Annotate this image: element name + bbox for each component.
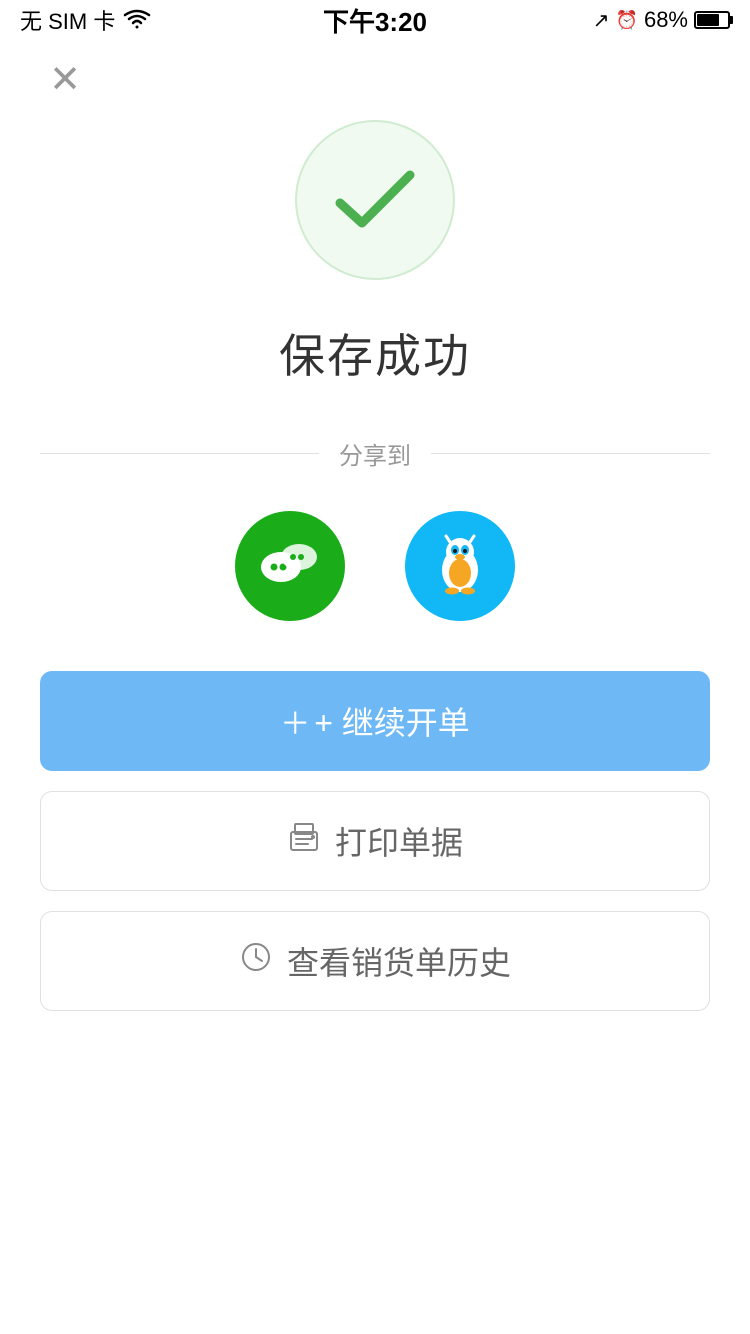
wifi-icon (123, 9, 151, 31)
share-divider: 分享到 (40, 436, 710, 471)
carrier-text: 无 SIM 卡 (20, 4, 115, 36)
location-icon: ↗ (593, 8, 610, 33)
close-button[interactable]: ✕ (40, 55, 90, 105)
close-icon: ✕ (49, 61, 81, 99)
share-icons (40, 511, 710, 621)
share-section: 分享到 (0, 436, 750, 621)
history-icon (239, 940, 273, 982)
status-bar: 无 SIM 卡 下午3:20 ↗ ⏰ 68% (0, 0, 750, 40)
continue-button[interactable]: ＋ + 继续开单 (40, 671, 710, 771)
share-label: 分享到 (339, 436, 411, 471)
wechat-share-button[interactable] (235, 511, 345, 621)
success-title: 保存成功 (279, 320, 471, 386)
history-button[interactable]: 查看销货单历史 (40, 911, 710, 1011)
divider-right (431, 453, 710, 454)
battery-percent: 68% (644, 7, 688, 33)
continue-label: + 继续开单 (314, 698, 470, 744)
print-icon (287, 822, 321, 860)
qq-share-button[interactable] (405, 511, 515, 621)
print-label: 打印单据 (335, 818, 463, 864)
checkmark-icon (330, 165, 420, 235)
status-time: 下午3:20 (323, 2, 427, 39)
qq-icon (428, 534, 493, 599)
battery-icon (694, 11, 730, 29)
divider-left (40, 453, 319, 454)
status-indicators: ↗ ⏰ 68% (593, 7, 730, 33)
alarm-icon: ⏰ (616, 10, 638, 31)
buttons-section: ＋ + 继续开单 打印单据 (0, 671, 750, 1011)
success-circle (295, 120, 455, 280)
print-button[interactable]: 打印单据 (40, 791, 710, 891)
main-content: 保存成功 分享到 (0, 40, 750, 1011)
history-label: 查看销货单历史 (287, 938, 511, 984)
plus-icon: ＋ (280, 699, 310, 743)
status-carrier: 无 SIM 卡 (20, 4, 151, 36)
wechat-icon (255, 531, 325, 601)
